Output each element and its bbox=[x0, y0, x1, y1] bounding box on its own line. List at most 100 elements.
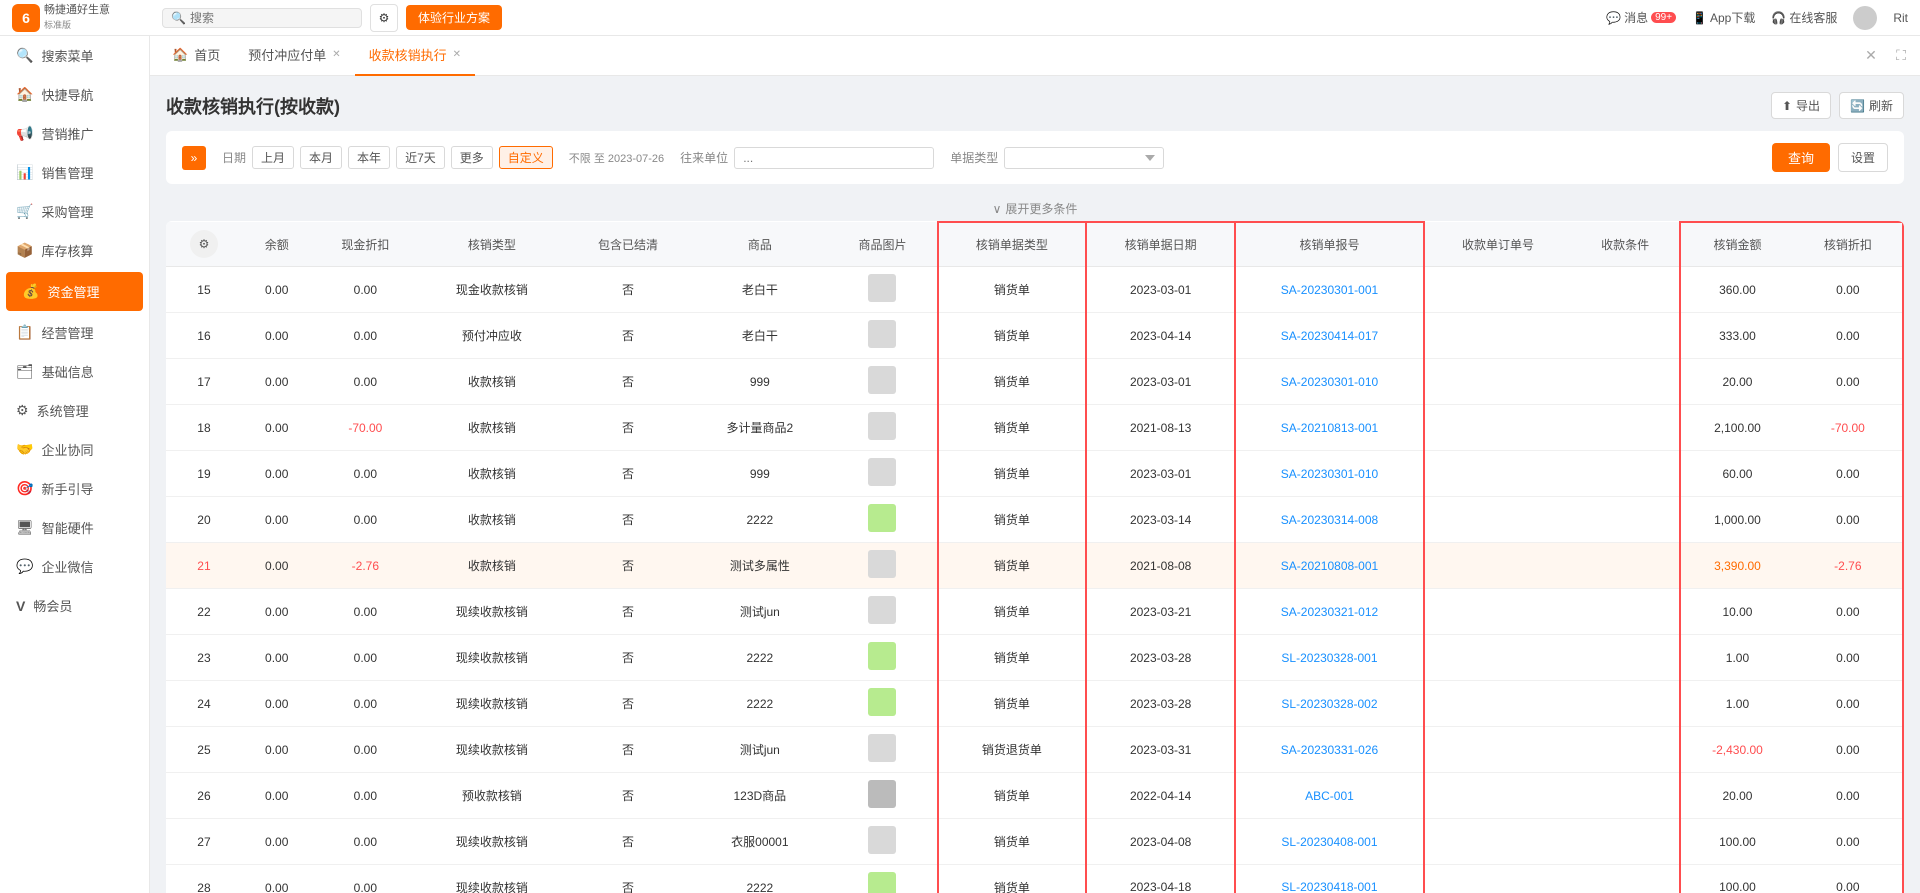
cell-discount: -70.00 bbox=[1794, 405, 1903, 451]
table-row[interactable]: 25 0.00 0.00 现续收款核销 否 测试jun 销货退货单 2023-0… bbox=[166, 727, 1903, 773]
cell-amount: 20.00 bbox=[1680, 359, 1793, 405]
query-btn[interactable]: 查询 bbox=[1772, 143, 1830, 172]
cell-doc-num[interactable]: SL-20230328-001 bbox=[1235, 635, 1424, 681]
online-service-btn[interactable]: 🎧 在线客服 bbox=[1771, 9, 1837, 26]
cell-doc-num[interactable]: SL-20230328-002 bbox=[1235, 681, 1424, 727]
date-more[interactable]: 更多 bbox=[451, 146, 493, 169]
tab-prepay-close[interactable]: ✕ bbox=[332, 49, 340, 60]
sidebar-item-vip[interactable]: V 畅会员 bbox=[0, 586, 149, 625]
tab-home[interactable]: 🏠 首页 bbox=[158, 36, 234, 76]
sidebar-item-system[interactable]: ⚙ 系统管理 bbox=[0, 391, 149, 430]
cell-discount: 0.00 bbox=[1794, 773, 1903, 819]
cell-doc-num[interactable]: SA-20230414-017 bbox=[1235, 313, 1424, 359]
cell-doc-num[interactable]: SA-20210808-001 bbox=[1235, 543, 1424, 589]
notification-btn[interactable]: 💬 消息 99+ bbox=[1606, 9, 1676, 26]
expand-more-conditions[interactable]: ∨ 展开更多条件 bbox=[166, 196, 1904, 221]
cell-doc-num[interactable]: SA-20210813-001 bbox=[1235, 405, 1424, 451]
cell-writeoff-type: 现续收款核销 bbox=[419, 589, 565, 635]
sidebar-item-quicknav[interactable]: 🏠 快捷导航 bbox=[0, 75, 149, 114]
date-custom[interactable]: 自定义 bbox=[499, 146, 553, 169]
refresh-btn[interactable]: 🔄 刷新 bbox=[1839, 92, 1904, 119]
table-row[interactable]: 21 0.00 -2.76 收款核销 否 测试多属性 销货单 2021-08-0… bbox=[166, 543, 1903, 589]
cell-receipt-condition bbox=[1571, 589, 1680, 635]
sidebar-item-purchase[interactable]: 🛒 采购管理 bbox=[0, 192, 149, 231]
top-bar: 6 畅捷通好生意 标准版 🔍 ⚙ 体验行业方案 💬 消息 99+ 📱 App下载… bbox=[0, 0, 1920, 36]
sidebar-item-corp-collab[interactable]: 🤝 企业协同 bbox=[0, 430, 149, 469]
doctype-select[interactable] bbox=[1004, 147, 1164, 169]
window-maximize-btn[interactable]: ⛶ bbox=[1890, 45, 1912, 67]
tab-prepay-conflict[interactable]: 预付冲应付单 ✕ bbox=[234, 36, 354, 76]
app-download-btn[interactable]: 📱 App下载 bbox=[1692, 9, 1755, 26]
tab-home-label: 首页 bbox=[194, 45, 220, 64]
sidebar-item-business[interactable]: 📋 经营管理 bbox=[0, 313, 149, 352]
cell-doc-num[interactable]: SA-20230301-010 bbox=[1235, 359, 1424, 405]
cell-include-settled: 否 bbox=[565, 497, 692, 543]
col-settings-header[interactable]: ⚙ bbox=[166, 222, 242, 267]
cell-doc-num[interactable]: SA-20230331-026 bbox=[1235, 727, 1424, 773]
cell-doc-num[interactable]: SA-20230301-010 bbox=[1235, 451, 1424, 497]
tab-collection-writeoff[interactable]: 收款核销执行 ✕ bbox=[355, 36, 475, 76]
table-row[interactable]: 28 0.00 0.00 现续收款核销 否 2222 销货单 2023-04-1… bbox=[166, 865, 1903, 893]
cell-id: 16 bbox=[166, 313, 242, 359]
sidebar-item-inventory[interactable]: 📦 库存核算 bbox=[0, 231, 149, 270]
filter-expand-btn[interactable]: » bbox=[182, 146, 206, 170]
tab-writeoff-close[interactable]: ✕ bbox=[453, 49, 461, 60]
sidebar-item-finance[interactable]: 💰 资金管理 bbox=[6, 272, 143, 311]
cell-receipt-condition bbox=[1571, 773, 1680, 819]
cell-doc-num[interactable]: SA-20230314-008 bbox=[1235, 497, 1424, 543]
filter-settings-btn[interactable]: 设置 bbox=[1838, 143, 1888, 172]
home-tab-icon: 🏠 bbox=[172, 47, 188, 63]
sidebar-item-marketing[interactable]: 📢 营销推广 bbox=[0, 114, 149, 153]
table-row[interactable]: 22 0.00 0.00 现续收款核销 否 测试jun 销货单 2023-03-… bbox=[166, 589, 1903, 635]
table-row[interactable]: 17 0.00 0.00 收款核销 否 999 销货单 2023-03-01 S… bbox=[166, 359, 1903, 405]
table-row[interactable]: 20 0.00 0.00 收款核销 否 2222 销货单 2023-03-14 … bbox=[166, 497, 1903, 543]
cell-doc-num[interactable]: SA-20230301-001 bbox=[1235, 267, 1424, 313]
sidebar-item-wechat[interactable]: 💬 企业微信 bbox=[0, 547, 149, 586]
table-row[interactable]: 19 0.00 0.00 收款核销 否 999 销货单 2023-03-01 S… bbox=[166, 451, 1903, 497]
cell-doc-num[interactable]: ABC-001 bbox=[1235, 773, 1424, 819]
cell-include-settled: 否 bbox=[565, 313, 692, 359]
cell-id: 25 bbox=[166, 727, 242, 773]
top-bar-right: 💬 消息 99+ 📱 App下载 🎧 在线客服 Rit bbox=[1606, 6, 1908, 30]
search-input[interactable] bbox=[190, 11, 340, 25]
date-last-7days[interactable]: 近7天 bbox=[396, 146, 445, 169]
cell-receipt-condition bbox=[1571, 681, 1680, 727]
sidebar-item-smarthw[interactable]: 🖥 智能硬件 bbox=[0, 508, 149, 547]
industry-btn[interactable]: 体验行业方案 bbox=[406, 5, 502, 30]
cell-goods: 2222 bbox=[691, 865, 828, 893]
partner-input[interactable] bbox=[734, 147, 934, 169]
table-row[interactable]: 15 0.00 0.00 现金收款核销 否 老白干 销货单 2023-03-01… bbox=[166, 267, 1903, 313]
cell-amount: 2,100.00 bbox=[1680, 405, 1793, 451]
cell-doc-num[interactable]: SL-20230408-001 bbox=[1235, 819, 1424, 865]
cell-goods: 衣服00001 bbox=[691, 819, 828, 865]
date-this-month[interactable]: 本月 bbox=[300, 146, 342, 169]
cell-doc-type: 销货单 bbox=[938, 405, 1087, 451]
purchase-icon: 🛒 bbox=[16, 203, 33, 220]
table-row[interactable]: 16 0.00 0.00 预付冲应收 否 老白干 销货单 2023-04-14 … bbox=[166, 313, 1903, 359]
cell-receipt-condition bbox=[1571, 865, 1680, 893]
table-row[interactable]: 26 0.00 0.00 预收款核销 否 123D商品 销货单 2022-04-… bbox=[166, 773, 1903, 819]
table-row[interactable]: 18 0.00 -70.00 收款核销 否 多计量商品2 销货单 2021-08… bbox=[166, 405, 1903, 451]
cell-include-settled: 否 bbox=[565, 681, 692, 727]
col-cash-discount-header: 现金折扣 bbox=[312, 222, 420, 267]
cell-receipt-order bbox=[1424, 313, 1571, 359]
date-last-month[interactable]: 上月 bbox=[252, 146, 294, 169]
sidebar-item-search[interactable]: 🔍 搜索菜单 bbox=[0, 36, 149, 75]
top-search-box[interactable]: 🔍 bbox=[162, 8, 362, 28]
sidebar-item-basicinfo[interactable]: 🗂 基础信息 bbox=[0, 352, 149, 391]
cell-goods-img bbox=[828, 313, 937, 359]
table-row[interactable]: 24 0.00 0.00 现续收款核销 否 2222 销货单 2023-03-2… bbox=[166, 681, 1903, 727]
date-this-year[interactable]: 本年 bbox=[348, 146, 390, 169]
cell-doc-num[interactable]: SA-20230321-012 bbox=[1235, 589, 1424, 635]
user-avatar[interactable] bbox=[1853, 6, 1877, 30]
cell-cash-discount: 0.00 bbox=[312, 313, 420, 359]
cell-doc-num[interactable]: SL-20230418-001 bbox=[1235, 865, 1424, 893]
window-close-btn[interactable]: ✕ bbox=[1860, 45, 1882, 67]
settings-gear-btn[interactable]: ⚙ bbox=[370, 4, 398, 32]
sidebar-item-newbie[interactable]: 🎯 新手引导 bbox=[0, 469, 149, 508]
sidebar-item-sales[interactable]: 📊 销售管理 bbox=[0, 153, 149, 192]
cell-amount: 1,000.00 bbox=[1680, 497, 1793, 543]
table-row[interactable]: 27 0.00 0.00 现续收款核销 否 衣服00001 销货单 2023-0… bbox=[166, 819, 1903, 865]
table-row[interactable]: 23 0.00 0.00 现续收款核销 否 2222 销货单 2023-03-2… bbox=[166, 635, 1903, 681]
export-btn[interactable]: ⬆ 导出 bbox=[1771, 92, 1831, 119]
